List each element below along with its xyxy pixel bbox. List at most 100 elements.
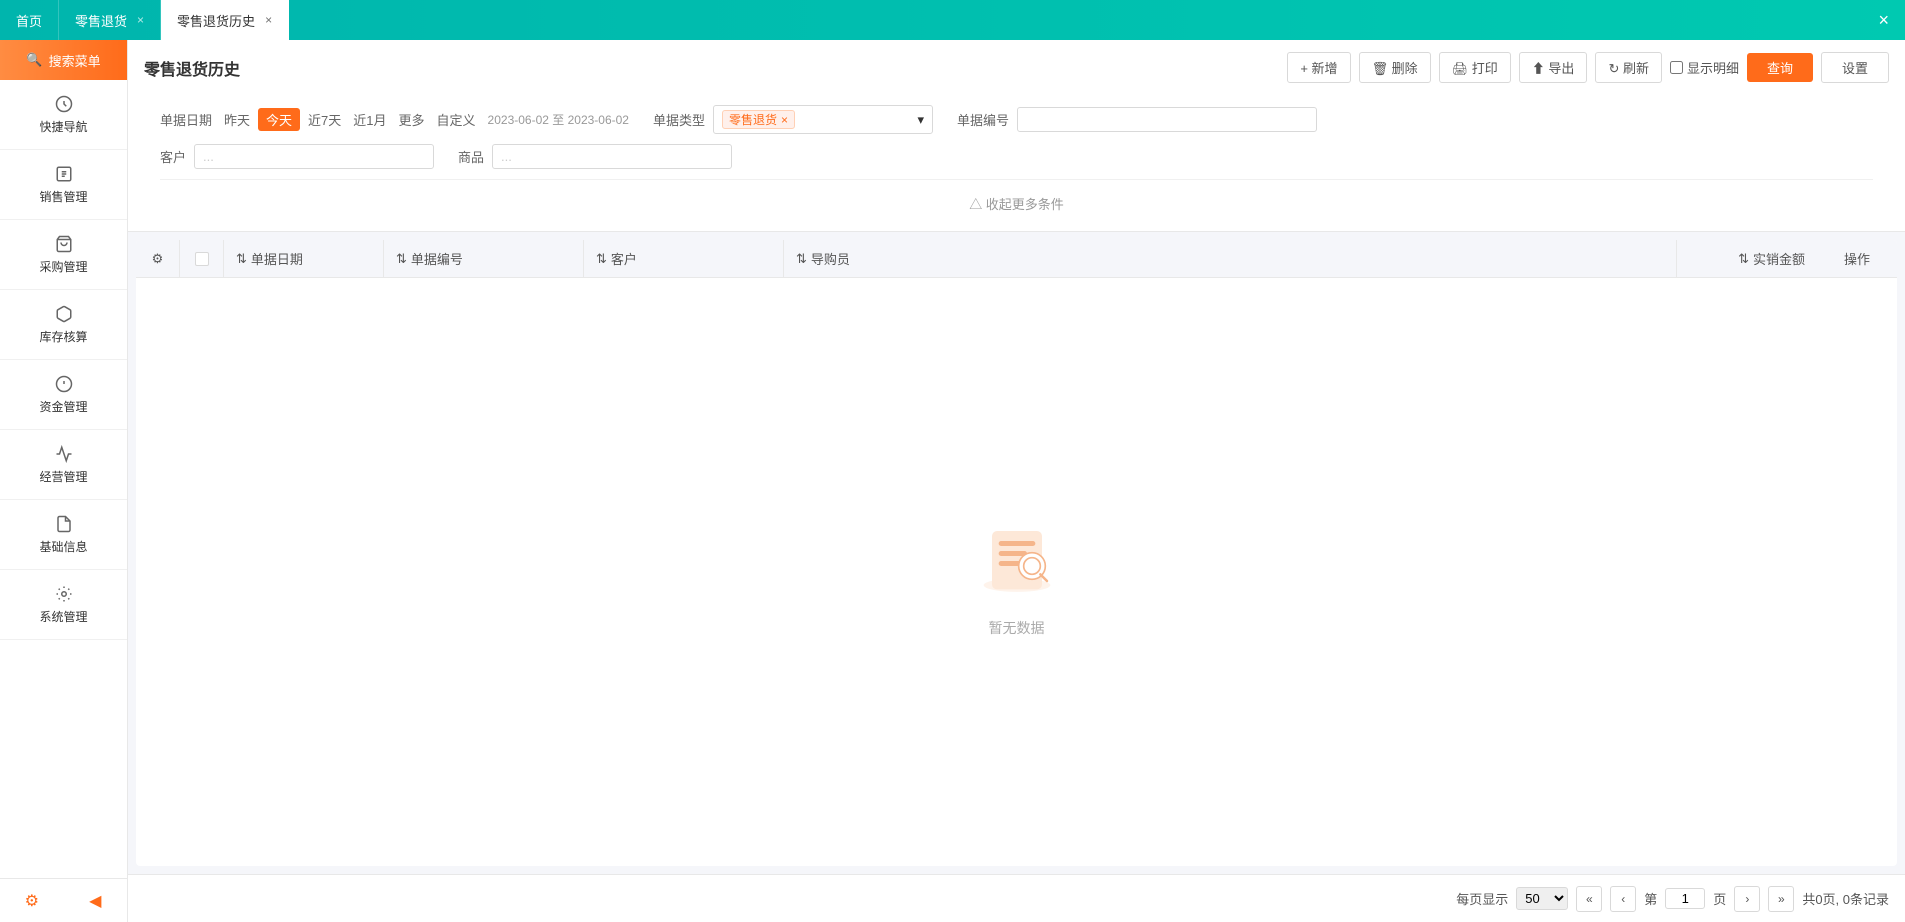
th-bill-no-text: 单据编号	[411, 249, 463, 268]
sidebar-item-inventory[interactable]: 库存核算	[0, 290, 127, 360]
sidebar-search-label: 搜索菜单	[49, 51, 101, 70]
sidebar-collapse-btn[interactable]: ◀	[64, 879, 128, 922]
sidebar-item-operation[interactable]: 经营管理	[0, 430, 127, 500]
export-button[interactable]: ⬆ 导出	[1519, 52, 1588, 83]
sidebar-item-quick-nav[interactable]: 快捷导航	[0, 80, 127, 150]
date-opt-more[interactable]: 更多	[395, 108, 429, 131]
tab-retail-return[interactable]: 零售退货 ×	[59, 0, 161, 40]
delete-button[interactable]: 🗑 删除	[1359, 52, 1431, 83]
show-detail-label: 显示明细	[1687, 58, 1739, 77]
sidebar-item-basic-info[interactable]: 基础信息	[0, 500, 127, 570]
date-opt-7days[interactable]: 近7天	[304, 108, 345, 131]
th-guide[interactable]: ⇅ 导购员	[784, 240, 1677, 277]
page-input[interactable]	[1665, 888, 1705, 909]
th-amount-text: 实销金额	[1753, 249, 1805, 268]
customer-select[interactable]: ...	[194, 144, 434, 169]
show-detail-checkbox[interactable]	[1670, 61, 1683, 74]
tab-retail-return-history[interactable]: 零售退货历史 ×	[161, 0, 289, 40]
operation-icon	[54, 444, 74, 464]
bill-type-select[interactable]: 零售退货 × ▾	[713, 105, 933, 134]
page-size-select[interactable]: 50 20 100	[1516, 887, 1568, 910]
query-button[interactable]: 查询	[1747, 53, 1813, 82]
goods-filter: 商品 ...	[458, 144, 732, 169]
pagination: 每页显示 50 20 100 « ‹ 第 页 › » 共0页, 0条记录	[128, 874, 1905, 922]
date-opt-today[interactable]: 今天	[258, 108, 300, 131]
bill-no-label: 单据编号	[957, 110, 1009, 129]
tab-home[interactable]: 首页	[0, 0, 59, 40]
date-opt-custom[interactable]: 自定义	[433, 108, 480, 131]
th-bill-no[interactable]: ⇅ 单据编号	[384, 240, 584, 277]
empty-illustration	[967, 506, 1067, 606]
collapse-button[interactable]: △ 收起更多条件	[953, 190, 1080, 217]
date-filter-label: 单据日期	[160, 110, 212, 129]
basic-info-icon	[54, 514, 74, 534]
tab-retail-return-close[interactable]: ×	[137, 13, 144, 27]
bill-type-label: 单据类型	[653, 110, 705, 129]
tab-list: 首页 零售退货 × 零售退货历史 ×	[0, 0, 1862, 40]
sidebar-bottom: ⚙ ◀	[0, 878, 127, 922]
th-customer[interactable]: ⇅ 客户	[584, 240, 784, 277]
finance-icon	[54, 374, 74, 394]
th-amount[interactable]: ⇅ 实销金额	[1677, 240, 1817, 277]
customer-filter: 客户 ...	[160, 144, 434, 169]
show-detail-checkbox-label[interactable]: 显示明细	[1670, 58, 1739, 77]
top-bar: 首页 零售退货 × 零售退货历史 × ×	[0, 0, 1905, 40]
bill-no-input[interactable]	[1017, 107, 1317, 132]
page-unit-label: 页	[1713, 889, 1726, 908]
th-settings[interactable]: ⚙	[136, 240, 180, 277]
goods-filter-label: 商品	[458, 147, 484, 166]
th-action-text: 操作	[1844, 249, 1870, 268]
header-checkbox[interactable]	[195, 252, 209, 266]
system-icon	[54, 584, 74, 604]
th-date-label: ⇅	[236, 251, 247, 267]
sidebar-search[interactable]: 🔍 搜索菜单	[0, 40, 127, 80]
print-button[interactable]: 🖨 打印	[1439, 52, 1511, 83]
th-checkbox[interactable]	[180, 240, 224, 277]
quick-nav-icon	[54, 94, 74, 114]
last-page-button[interactable]: »	[1768, 886, 1794, 912]
goods-select[interactable]: ...	[492, 144, 732, 169]
toolbar: + 新增 🗑 删除 🖨 打印 ⬆ 导出 ↻ 刷新 显示明细 查询 设置	[1287, 52, 1889, 83]
date-range-label: 2023-06-02 至 2023-06-02	[488, 111, 629, 128]
sidebar-item-label: 库存核算	[39, 328, 87, 345]
table-header: ⚙ ⇅ 单据日期 ⇅ 单据编号 ⇅ 客户 ⇅	[136, 240, 1897, 278]
next-page-button[interactable]: ›	[1734, 886, 1760, 912]
sidebar-item-system[interactable]: 系统管理	[0, 570, 127, 640]
filter-area: 单据日期 昨天 今天 近7天 近1月 更多 自定义 2023-06-02 至 2…	[144, 95, 1889, 231]
sidebar-item-label: 经营管理	[39, 468, 87, 485]
filter-row-1: 单据日期 昨天 今天 近7天 近1月 更多 自定义 2023-06-02 至 2…	[160, 105, 1873, 134]
prev-page-button[interactable]: ‹	[1610, 886, 1636, 912]
sidebar-item-label: 基础信息	[39, 538, 87, 555]
new-button[interactable]: + 新增	[1287, 52, 1350, 83]
settings-bottom-btn[interactable]: ⚙	[0, 879, 64, 922]
th-date[interactable]: ⇅ 单据日期	[224, 240, 384, 277]
sidebar-item-sales[interactable]: 销售管理	[0, 150, 127, 220]
total-text: 共0页, 0条记录	[1802, 889, 1889, 908]
date-opt-yesterday[interactable]: 昨天	[220, 108, 254, 131]
sidebar-item-finance[interactable]: 资金管理	[0, 360, 127, 430]
setting-button[interactable]: 设置	[1821, 52, 1889, 83]
th-customer-sort: ⇅	[596, 251, 607, 267]
th-customer-text: 客户	[611, 249, 637, 268]
th-bill-no-sort: ⇅	[396, 251, 407, 267]
settings-icon: ⚙	[152, 251, 164, 267]
page-title-row: 零售退货历史 + 新增 🗑 删除 🖨 打印 ⬆ 导出 ↻ 刷新 显示明细 查询 …	[144, 52, 1889, 83]
sidebar-item-label: 资金管理	[39, 398, 87, 415]
th-guide-sort: ⇅	[796, 251, 807, 267]
sidebar-item-purchase[interactable]: 采购管理	[0, 220, 127, 290]
customer-filter-label: 客户	[160, 147, 186, 166]
bill-type-tag-close[interactable]: ×	[781, 113, 788, 127]
window-close-icon[interactable]: ×	[1862, 10, 1905, 31]
sidebar: 🔍 搜索菜单 快捷导航 销售管理 采购管理 库存核算	[0, 40, 128, 922]
th-date-text: 单据日期	[251, 249, 303, 268]
first-page-button[interactable]: «	[1576, 886, 1602, 912]
page-size-label: 每页显示	[1456, 889, 1508, 908]
tab-retail-return-history-close[interactable]: ×	[265, 13, 272, 27]
th-amount-sort: ⇅	[1738, 251, 1749, 267]
customer-placeholder: ...	[203, 149, 214, 164]
data-table: ⚙ ⇅ 单据日期 ⇅ 单据编号 ⇅ 客户 ⇅	[136, 240, 1897, 866]
page-header: 零售退货历史 + 新增 🗑 删除 🖨 打印 ⬆ 导出 ↻ 刷新 显示明细 查询 …	[128, 40, 1905, 232]
date-opt-1month[interactable]: 近1月	[349, 108, 390, 131]
refresh-button[interactable]: ↻ 刷新	[1595, 52, 1662, 83]
date-filter: 单据日期 昨天 今天 近7天 近1月 更多 自定义 2023-06-02 至 2…	[160, 108, 629, 131]
